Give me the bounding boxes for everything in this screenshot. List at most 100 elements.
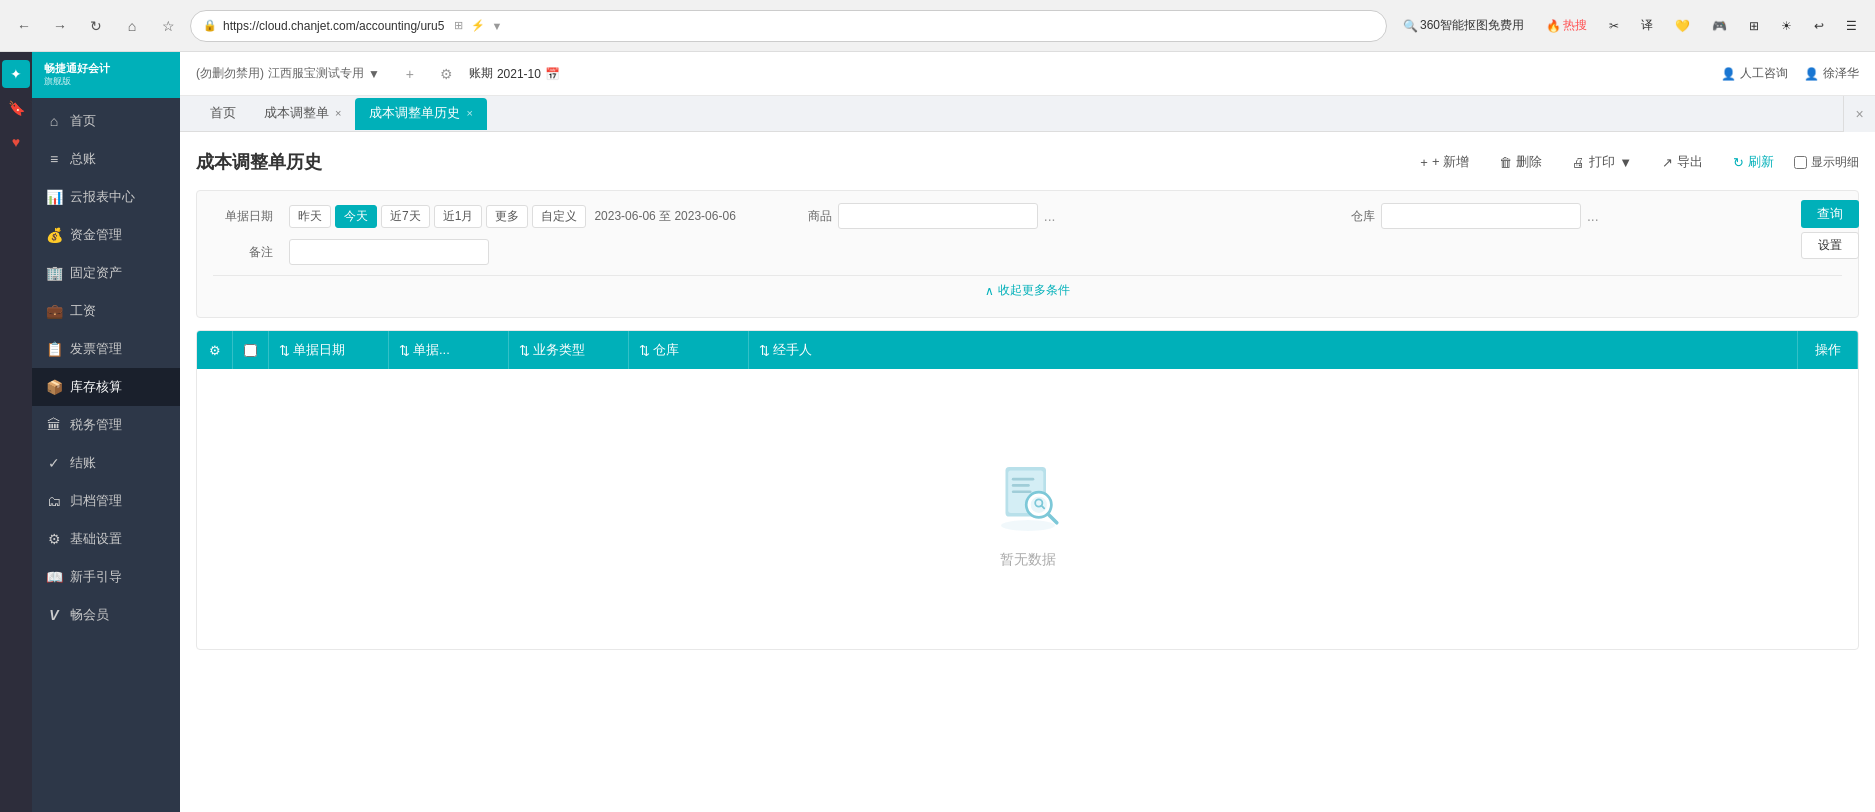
sidebar-item-archive[interactable]: 🗂 归档管理 bbox=[32, 482, 180, 520]
query-button[interactable]: 查询 bbox=[1801, 200, 1859, 228]
sidebar-item-tax[interactable]: 🏛 税务管理 bbox=[32, 406, 180, 444]
strip-item-active[interactable]: ✦ bbox=[2, 60, 30, 88]
remark-input[interactable] bbox=[289, 239, 489, 265]
page-close-button[interactable]: × bbox=[1843, 96, 1875, 132]
tab-cost-adjust-history-close[interactable]: × bbox=[466, 107, 472, 119]
sidebar-item-guide[interactable]: 📖 新手引导 bbox=[32, 558, 180, 596]
search-360-button[interactable]: 🔍 360智能抠图免费用 bbox=[1395, 13, 1532, 38]
topbar-settings-icon[interactable]: ⚙ bbox=[440, 66, 453, 82]
consultant-button[interactable]: 👤 人工咨询 bbox=[1721, 65, 1788, 82]
tabbar-wrapper: 首页 成本调整单 × 成本调整单历史 × × bbox=[180, 96, 1875, 132]
sidebar-item-member[interactable]: V 畅会员 bbox=[32, 596, 180, 634]
reload-button[interactable]: ↻ bbox=[82, 12, 110, 40]
svg-line-8 bbox=[1048, 515, 1056, 523]
home-button[interactable]: ⌂ bbox=[118, 12, 146, 40]
sidebar-item-closing[interactable]: ✓ 结账 bbox=[32, 444, 180, 482]
th-gear[interactable]: ⚙ bbox=[197, 331, 233, 369]
table-container: ⚙ ⇅ 单据日期 ⇅ 单据... ⇅ 业务类型 bbox=[196, 330, 1859, 650]
print-button[interactable]: 🖨 打印 ▼ bbox=[1562, 148, 1642, 176]
game-button[interactable]: 🎮 bbox=[1704, 15, 1735, 37]
sidebar-item-ledger[interactable]: ≡ 总账 bbox=[32, 140, 180, 178]
sidebar-item-invoice[interactable]: 📋 发票管理 bbox=[32, 330, 180, 368]
wallet-button[interactable]: 💛 bbox=[1667, 15, 1698, 37]
tab-cost-adjust[interactable]: 成本调整单 × bbox=[250, 98, 355, 130]
sidebar-item-home[interactable]: ⌂ 首页 bbox=[32, 102, 180, 140]
strip-item-2[interactable]: ♥ bbox=[2, 128, 30, 156]
product-more-dots[interactable]: ... bbox=[1044, 208, 1056, 224]
tab-cost-adjust-history[interactable]: 成本调整单历史 × bbox=[355, 98, 486, 130]
delete-button[interactable]: 🗑 删除 bbox=[1489, 148, 1552, 176]
page-header: 成本调整单历史 + + 新增 🗑 删除 🖨 打印 ▼ bbox=[196, 148, 1859, 176]
tab-home[interactable]: 首页 bbox=[196, 98, 250, 130]
sidebar-header[interactable]: 畅捷通好会计 旗舰版 bbox=[32, 52, 180, 98]
refresh-button[interactable]: ↻ 刷新 bbox=[1723, 148, 1784, 176]
gear-icon: ⚙ bbox=[209, 343, 221, 358]
date-btn-today[interactable]: 今天 bbox=[335, 205, 377, 228]
sidebar-item-inventory[interactable]: 📦 库存核算 bbox=[32, 368, 180, 406]
sidebar-item-payroll[interactable]: 💼 工资 bbox=[32, 292, 180, 330]
main-content: (勿删勿禁用) 江西服宝测试专用 ▼ + ⚙ 账期 2021-10 📅 👤 人工… bbox=[180, 52, 1875, 812]
date-btn-7days[interactable]: 近7天 bbox=[381, 205, 430, 228]
tab-cost-adjust-close[interactable]: × bbox=[335, 107, 341, 119]
filter-date-buttons: 昨天 今天 近7天 近1月 更多 自定义 2023-06-06 至 2023-0… bbox=[289, 205, 736, 228]
sidebar-item-assets[interactable]: 🏢 固定资产 bbox=[32, 254, 180, 292]
warehouse-select[interactable] bbox=[1381, 203, 1581, 229]
tab-home-label: 首页 bbox=[210, 104, 236, 122]
forward-button[interactable]: → bbox=[46, 12, 74, 40]
th-person[interactable]: ⇅ 经手人 bbox=[749, 331, 1798, 369]
th-number[interactable]: ⇅ 单据... bbox=[389, 331, 509, 369]
tax-icon: 🏛 bbox=[46, 417, 62, 433]
date-btn-custom[interactable]: 自定义 bbox=[532, 205, 586, 228]
sidebar-item-settings[interactable]: ⚙ 基础设置 bbox=[32, 520, 180, 558]
back-button[interactable]: ← bbox=[10, 12, 38, 40]
strip-item-1[interactable]: 🔖 bbox=[2, 94, 30, 122]
date-btn-more[interactable]: 更多 bbox=[486, 205, 528, 228]
th-warehouse[interactable]: ⇅ 仓库 bbox=[629, 331, 749, 369]
select-all-checkbox[interactable] bbox=[244, 344, 257, 357]
th-check[interactable] bbox=[233, 331, 269, 369]
empty-illustration bbox=[983, 449, 1073, 539]
company-notice: (勿删勿禁用) bbox=[196, 65, 264, 82]
th-date[interactable]: ⇅ 单据日期 bbox=[269, 331, 389, 369]
tab-cost-adjust-label: 成本调整单 bbox=[264, 104, 329, 122]
member-icon: V bbox=[46, 607, 62, 623]
sidebar-item-ledger-label: 总账 bbox=[70, 150, 96, 168]
translate-button[interactable]: 译 bbox=[1633, 13, 1661, 38]
sidebar-item-funds[interactable]: 💰 资金管理 bbox=[32, 216, 180, 254]
menu-button[interactable]: ☰ bbox=[1838, 15, 1865, 37]
avatar: 👤 bbox=[1804, 67, 1819, 81]
hot-search-button[interactable]: 🔥 热搜 bbox=[1538, 13, 1595, 38]
brightness-button[interactable]: ☀ bbox=[1773, 15, 1800, 37]
sidebar-item-reports[interactable]: 📊 云报表中心 bbox=[32, 178, 180, 216]
product-label: 商品 bbox=[772, 208, 832, 225]
date-btn-1month[interactable]: 近1月 bbox=[434, 205, 483, 228]
topbar-company[interactable]: (勿删勿禁用) 江西服宝测试专用 ▼ bbox=[196, 65, 380, 82]
display-detail-input[interactable] bbox=[1794, 156, 1807, 169]
grid-button[interactable]: ⊞ bbox=[1741, 15, 1767, 37]
date-btn-yesterday[interactable]: 昨天 bbox=[289, 205, 331, 228]
company-dropdown-icon: ▼ bbox=[368, 67, 380, 81]
display-detail-checkbox[interactable]: 显示明细 bbox=[1794, 154, 1859, 171]
warehouse-more-dots[interactable]: ... bbox=[1587, 208, 1599, 224]
user-button[interactable]: 👤 徐泽华 bbox=[1804, 65, 1859, 82]
warehouse-filter: 仓库 ... bbox=[1315, 203, 1842, 229]
warehouse-label: 仓库 bbox=[1315, 208, 1375, 225]
settings-button[interactable]: 设置 bbox=[1801, 232, 1859, 259]
th-type[interactable]: ⇅ 业务类型 bbox=[509, 331, 629, 369]
undo-button[interactable]: ↩ bbox=[1806, 15, 1832, 37]
reports-icon: 📊 bbox=[46, 189, 62, 205]
new-button[interactable]: + + 新增 bbox=[1410, 148, 1479, 176]
product-filter: 商品 ... bbox=[772, 203, 1299, 229]
address-bar[interactable]: 🔒 https://cloud.chanjet.com/accounting/u… bbox=[190, 10, 1387, 42]
print-icon: 🖨 bbox=[1572, 155, 1585, 170]
refresh-icon: ↻ bbox=[1733, 155, 1744, 170]
sidebar-logo-sub: 旗舰版 bbox=[44, 75, 110, 88]
url-text: https://cloud.chanjet.com/accounting/uru… bbox=[223, 19, 444, 33]
scissors-button[interactable]: ✂ bbox=[1601, 15, 1627, 37]
export-button[interactable]: ↗ 导出 bbox=[1652, 148, 1713, 176]
product-select[interactable] bbox=[838, 203, 1038, 229]
topbar-add-button[interactable]: + bbox=[396, 60, 424, 88]
bookmark-button[interactable]: ☆ bbox=[154, 12, 182, 40]
collapse-button[interactable]: ∧ 收起更多条件 bbox=[213, 275, 1842, 305]
fire-icon: 🔥 bbox=[1546, 19, 1561, 33]
